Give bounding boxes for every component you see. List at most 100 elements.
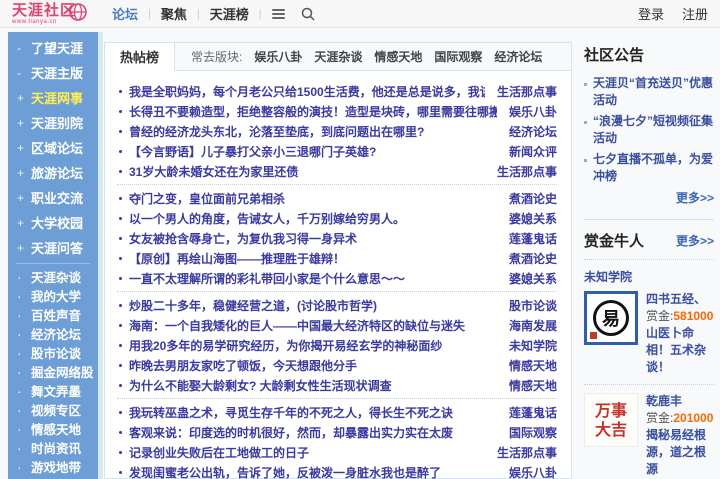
post-category-link[interactable]: 情感天地 — [509, 357, 557, 374]
sidebar-item[interactable]: · 天涯杂谈 — [8, 267, 98, 286]
bounty-desc-link[interactable]: 山医卜命相！五术杂谈！ — [646, 325, 714, 376]
post-title-link[interactable]: 以一个男人的角度，告诫女人，千万别嫁给穷男人。 — [129, 210, 497, 227]
announcement-link[interactable]: 七夕直播不孤单，为爱冲榜 — [593, 151, 714, 185]
post-title-link[interactable]: 一直不太理解所谓的彩礼带回小家是个什么意思～～ — [129, 270, 497, 287]
post-title-link[interactable]: 【今言野语】儿子暴打父亲小三退哪门子英雄? — [129, 143, 497, 160]
register-link[interactable]: 注册 — [682, 4, 708, 23]
menu-icon[interactable] — [262, 9, 295, 19]
bounty-amount: 581000 — [673, 309, 713, 323]
nav-link[interactable]: 聚焦 — [151, 4, 197, 23]
post-row: 【今言野语】儿子暴打父亲小三退哪门子英雄? 新闻众评 — [117, 141, 557, 161]
announcements-more-link[interactable]: 更多>> — [676, 191, 714, 205]
post-title-link[interactable]: 海南：一个自我矮化的巨人——中国最大经济特区的缺位与迷失 — [129, 317, 497, 334]
bounty-thumbnail[interactable]: 易 — [584, 291, 638, 345]
sidebar-item[interactable]: + 旅游论坛 — [8, 160, 98, 185]
bullet-icon — [119, 277, 122, 280]
post-title-link[interactable]: 发现闺蜜老公出轨，告诉了她，反被泼一身脏水我也是醉了 — [129, 464, 497, 479]
sidebar-item[interactable]: - 了望天涯 — [8, 35, 98, 60]
bounty-title-link[interactable]: 四书五经、 — [646, 291, 714, 308]
sidebar-item[interactable]: · 情感天地 — [8, 419, 98, 438]
sidebar-item[interactable]: + 区域论坛 — [8, 135, 98, 160]
quick-board-link[interactable]: 经济论坛 — [494, 48, 542, 65]
announcement-link[interactable]: “浪漫七夕”短视频征集活动 — [593, 113, 714, 147]
quick-board-link[interactable]: 国际观察 — [434, 48, 482, 65]
post-title-link[interactable]: 【原创】再绘山海图——推理胜于雄辩！ — [129, 250, 497, 267]
post-category-link[interactable]: 娱乐八卦 — [509, 103, 557, 120]
post-category-link[interactable]: 海南发展 — [509, 317, 557, 334]
sidebar-item[interactable]: · 百姓声音 — [8, 305, 98, 324]
post-title-link[interactable]: 炒股二十多年，稳健经营之道，(讨论股市哲学) — [129, 297, 497, 314]
post-category-link[interactable]: 股市论谈 — [509, 297, 557, 314]
post-category-link[interactable]: 生活那点事 — [497, 444, 557, 461]
post-category-link[interactable]: 婆媳关系 — [509, 270, 557, 287]
sidebar-item[interactable]: · 股市论谈 — [8, 343, 98, 362]
bounty-board-link[interactable]: 未知学院 — [584, 268, 714, 285]
bounty-title-link[interactable]: 乾鹿丰 — [646, 393, 714, 410]
post-category-link[interactable]: 未知学院 — [509, 337, 557, 354]
sidebar-item[interactable]: · 时尚资讯 — [8, 438, 98, 457]
post-title-link[interactable]: 31岁大龄未婚女还在为家里还债 — [129, 163, 485, 180]
expand-toggle-icon: + — [17, 166, 31, 180]
sidebar-item[interactable]: + 天涯问答 — [8, 235, 98, 260]
post-title-link[interactable]: 客观来说：印度选的时机很好，然而，却暴露出实力实在太废 — [129, 424, 497, 441]
sidebar-item[interactable]: + 大学校园 — [8, 210, 98, 235]
sidebar-item[interactable]: · 经济论坛 — [8, 324, 98, 343]
sidebar-item[interactable]: · 舞文弄墨 — [8, 381, 98, 400]
sidebar-item[interactable]: - 天涯主版 — [8, 60, 98, 85]
bullet-icon — [119, 90, 122, 93]
announcement-link[interactable]: 天涯贝“首充送贝”优惠活动 — [593, 75, 714, 109]
post-title-link[interactable]: 曾经的经济龙头东北，沦落至垫底，到底问题出在哪里? — [129, 123, 497, 140]
quick-board-link[interactable]: 娱乐八卦 — [254, 48, 302, 65]
sidebar-item[interactable]: · 我的大学 — [8, 286, 98, 305]
sidebar-item[interactable]: + 天涯网事 — [8, 85, 98, 110]
post-title-link[interactable]: 女友被抢含辱身亡，为复仇我习得一身异术 — [129, 230, 497, 247]
post-category-link[interactable]: 情感天地 — [509, 377, 557, 394]
post-category-link[interactable]: 婆媳关系 — [509, 210, 557, 227]
nav-link[interactable]: 论坛 — [102, 4, 148, 23]
bullet-icon — [119, 344, 122, 347]
sidebar-item[interactable]: · 掘金网络股 — [8, 362, 98, 381]
hot-posts-list: 我是全职妈妈，每个月老公只给1500生活费，他还是总是说多，我该怎么办? 生活那… — [105, 71, 571, 479]
sidebar-item[interactable]: + 天涯别院 — [8, 110, 98, 135]
bounty-body: 万事大吉 乾鹿丰 赏金:201000 揭秘易经根源，道之根源 — [584, 393, 714, 478]
search-icon[interactable] — [295, 7, 321, 21]
quick-board-link[interactable]: 天涯杂谈 — [314, 48, 362, 65]
post-category-link[interactable]: 莲蓬鬼话 — [509, 404, 557, 421]
post-title-link[interactable]: 昨晚去男朋友家吃了顿饭，今天想跟他分手 — [129, 357, 497, 374]
bounty-text: 四书五经、 赏金:581000 山医卜命相！五术杂谈！ — [646, 291, 714, 376]
post-title-link[interactable]: 夺门之变，皇位面前兄弟相杀 — [129, 190, 497, 207]
sidebar-item[interactable]: · 视频专区 — [8, 400, 98, 419]
post-category-link[interactable]: 新闻众评 — [509, 143, 557, 160]
post-row: 我是全职妈妈，每个月老公只给1500生活费，他还是总是说多，我该怎么办? 生活那… — [117, 81, 557, 101]
sidebar-item[interactable]: + 职业交流 — [8, 185, 98, 210]
post-category-link[interactable]: 莲蓬鬼话 — [509, 230, 557, 247]
bullet-icon — [584, 121, 587, 124]
post-category-link[interactable]: 煮酒论史 — [509, 250, 557, 267]
sidebar-item-label: 天涯网事 — [31, 88, 83, 107]
nav-link[interactable]: 天涯榜 — [200, 4, 259, 23]
post-title-link[interactable]: 长得丑不要赖造型，拒绝整容般的演技！造型是块砖，哪里需要往哪搬 — [129, 103, 497, 120]
bounty-thumbnail[interactable]: 万事大吉 — [584, 393, 638, 447]
sidebar-item[interactable]: · 游戏地带 — [8, 457, 98, 476]
post-category-link[interactable]: 娱乐八卦 — [509, 464, 557, 479]
post-category-link[interactable]: 生活那点事 — [497, 83, 557, 100]
post-category-link[interactable]: 煮酒论史 — [509, 190, 557, 207]
post-category-link[interactable]: 国际观察 — [509, 424, 557, 441]
expand-toggle-icon: + — [17, 141, 31, 155]
post-title-link[interactable]: 为什么不能娶大龄剩女? 大龄剩女性生活现状调查 — [129, 377, 497, 394]
post-category-link[interactable]: 生活那点事 — [497, 163, 557, 180]
post-title-link[interactable]: 记录创业失败后在工地做工的日子 — [129, 444, 485, 461]
post-title-link[interactable]: 用我20多年的易学研究经历，为你揭开易经玄学的神秘面纱 — [129, 337, 497, 354]
post-title-link[interactable]: 我是全职妈妈，每个月老公只给1500生活费，他还是总是说多，我该怎么办? — [129, 83, 485, 100]
login-link[interactable]: 登录 — [638, 4, 664, 23]
post-category-link[interactable]: 经济论坛 — [509, 123, 557, 140]
quick-board-link[interactable]: 情感天地 — [374, 48, 422, 65]
bounty-more-link[interactable]: 更多>> — [676, 232, 714, 249]
post-title-link[interactable]: 我玩转巫蛊之术，寻觅生存千年的不死之人，得长生不死之诀 — [129, 404, 497, 421]
bullet-icon — [119, 130, 122, 133]
sidebar-item-label: 职业交流 — [31, 188, 83, 207]
site-logo[interactable]: 天涯社区 www.tianya.cn — [12, 3, 88, 25]
bounty-desc-link[interactable]: 揭秘易经根源，道之根源 — [646, 427, 714, 478]
tab-hot-posts[interactable]: 热帖榜 — [105, 43, 175, 71]
expand-toggle-icon: - — [17, 66, 31, 80]
